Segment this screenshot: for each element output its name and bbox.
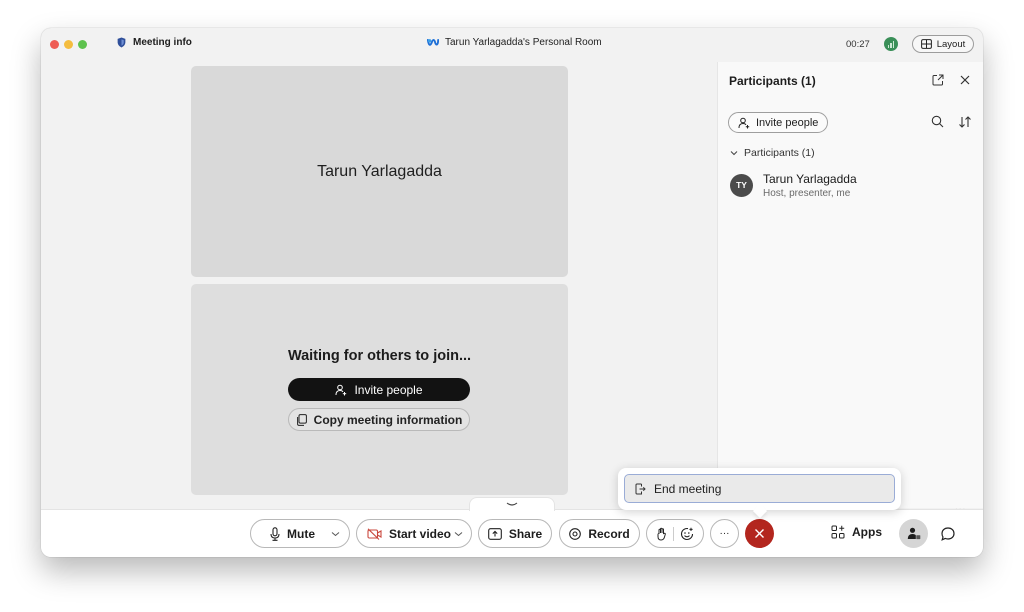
collapse-controls-tab[interactable] xyxy=(469,497,555,511)
invite-people-button[interactable]: Invite people xyxy=(288,378,470,401)
exit-door-icon xyxy=(635,483,646,494)
microphone-icon xyxy=(270,526,280,541)
layout-grid-icon xyxy=(920,39,932,49)
sort-icon[interactable] xyxy=(958,115,972,129)
mute-label: Mute xyxy=(287,526,315,541)
chat-icon[interactable] xyxy=(940,526,956,542)
meeting-title-text: Tarun Yarlagadda's Personal Room xyxy=(445,37,602,48)
reaction-emoji-icon[interactable] xyxy=(680,527,694,541)
participant-name: Tarun Yarlagadda xyxy=(763,171,857,186)
meeting-window: Meeting info Tarun Yarlagadda's Personal… xyxy=(41,28,983,557)
participants-group-toggle[interactable]: Participants (1) xyxy=(730,147,815,159)
participant-list-item[interactable]: TY Tarun Yarlagadda Host, presenter, me xyxy=(730,168,970,202)
participants-group-label: Participants (1) xyxy=(744,147,815,159)
title-bar: Meeting info Tarun Yarlagadda's Personal… xyxy=(41,28,983,62)
connection-signal-icon[interactable] xyxy=(884,37,898,51)
share-button[interactable]: Share xyxy=(478,519,552,548)
end-meeting-label: End meeting xyxy=(654,481,722,496)
apps-button[interactable]: Apps xyxy=(831,525,882,539)
reactions-button-group xyxy=(646,519,704,548)
meeting-info-button[interactable]: Meeting info xyxy=(117,37,192,48)
waiting-tile: Waiting for others to join... Invite peo… xyxy=(191,284,568,495)
add-person-icon xyxy=(738,117,750,128)
meeting-info-label: Meeting info xyxy=(133,37,192,48)
participants-toggle-button[interactable] xyxy=(899,519,928,548)
share-label: Share xyxy=(508,526,543,541)
raise-hand-icon[interactable] xyxy=(656,527,667,541)
start-video-button[interactable]: Start video xyxy=(357,520,451,547)
video-options-chevron-icon[interactable] xyxy=(454,531,463,537)
participants-icon xyxy=(907,527,920,540)
participants-panel: Participants (1) Invite people Participa… xyxy=(717,62,983,513)
more-options-icon: ··· xyxy=(719,528,730,539)
video-off-icon xyxy=(367,527,382,540)
video-button-group: Start video xyxy=(356,519,472,548)
waiting-message: Waiting for others to join... xyxy=(287,348,472,364)
pop-out-icon[interactable] xyxy=(932,74,944,86)
avatar: TY xyxy=(730,173,753,197)
record-icon xyxy=(569,527,582,540)
apps-grid-icon xyxy=(831,525,845,539)
minimize-window-button[interactable] xyxy=(64,40,73,49)
start-video-label: Start video xyxy=(389,526,452,541)
more-options-button[interactable]: ··· xyxy=(710,519,739,548)
end-meeting-button[interactable] xyxy=(745,519,774,548)
meeting-title: Tarun Yarlagadda's Personal Room xyxy=(427,37,602,48)
add-person-icon xyxy=(335,384,347,395)
participant-role: Host, presenter, me xyxy=(763,187,851,199)
copy-meeting-info-label: Copy meeting information xyxy=(313,412,463,427)
shield-icon xyxy=(117,37,126,48)
self-video-tile[interactable]: Tarun Yarlagadda xyxy=(191,66,568,277)
panel-invite-people-label: Invite people xyxy=(756,116,819,129)
record-label: Record xyxy=(588,526,630,541)
close-panel-icon[interactable] xyxy=(959,74,971,86)
invite-people-label: Invite people xyxy=(354,382,423,397)
end-meeting-menu-item[interactable]: End meeting xyxy=(624,474,895,503)
chevron-down-icon xyxy=(730,151,738,156)
copy-meeting-info-button[interactable]: Copy meeting information xyxy=(288,408,470,431)
panel-title: Participants (1) xyxy=(729,74,816,88)
close-window-button[interactable] xyxy=(50,40,59,49)
mute-options-chevron-icon[interactable] xyxy=(331,531,340,537)
zoom-window-button[interactable] xyxy=(78,40,87,49)
layout-label: Layout xyxy=(936,38,966,50)
share-screen-icon xyxy=(487,527,502,540)
chevron-down-icon xyxy=(506,502,518,506)
layout-button[interactable]: Layout xyxy=(912,35,974,53)
search-icon[interactable] xyxy=(931,115,944,128)
record-button[interactable]: Record xyxy=(559,519,640,548)
copy-icon xyxy=(296,413,307,426)
mute-button-group: Mute xyxy=(250,519,350,548)
panel-invite-people-button[interactable]: Invite people xyxy=(728,112,829,133)
meeting-timer: 00:27 xyxy=(846,39,870,50)
apps-label: Apps xyxy=(852,525,882,539)
mute-button[interactable]: Mute xyxy=(251,520,315,547)
webex-logo-icon xyxy=(427,38,439,46)
reactions-divider xyxy=(673,526,674,541)
close-x-icon xyxy=(755,529,764,538)
tile-participant-name: Tarun Yarlagadda xyxy=(317,162,442,180)
end-meeting-popover: End meeting xyxy=(618,468,901,519)
